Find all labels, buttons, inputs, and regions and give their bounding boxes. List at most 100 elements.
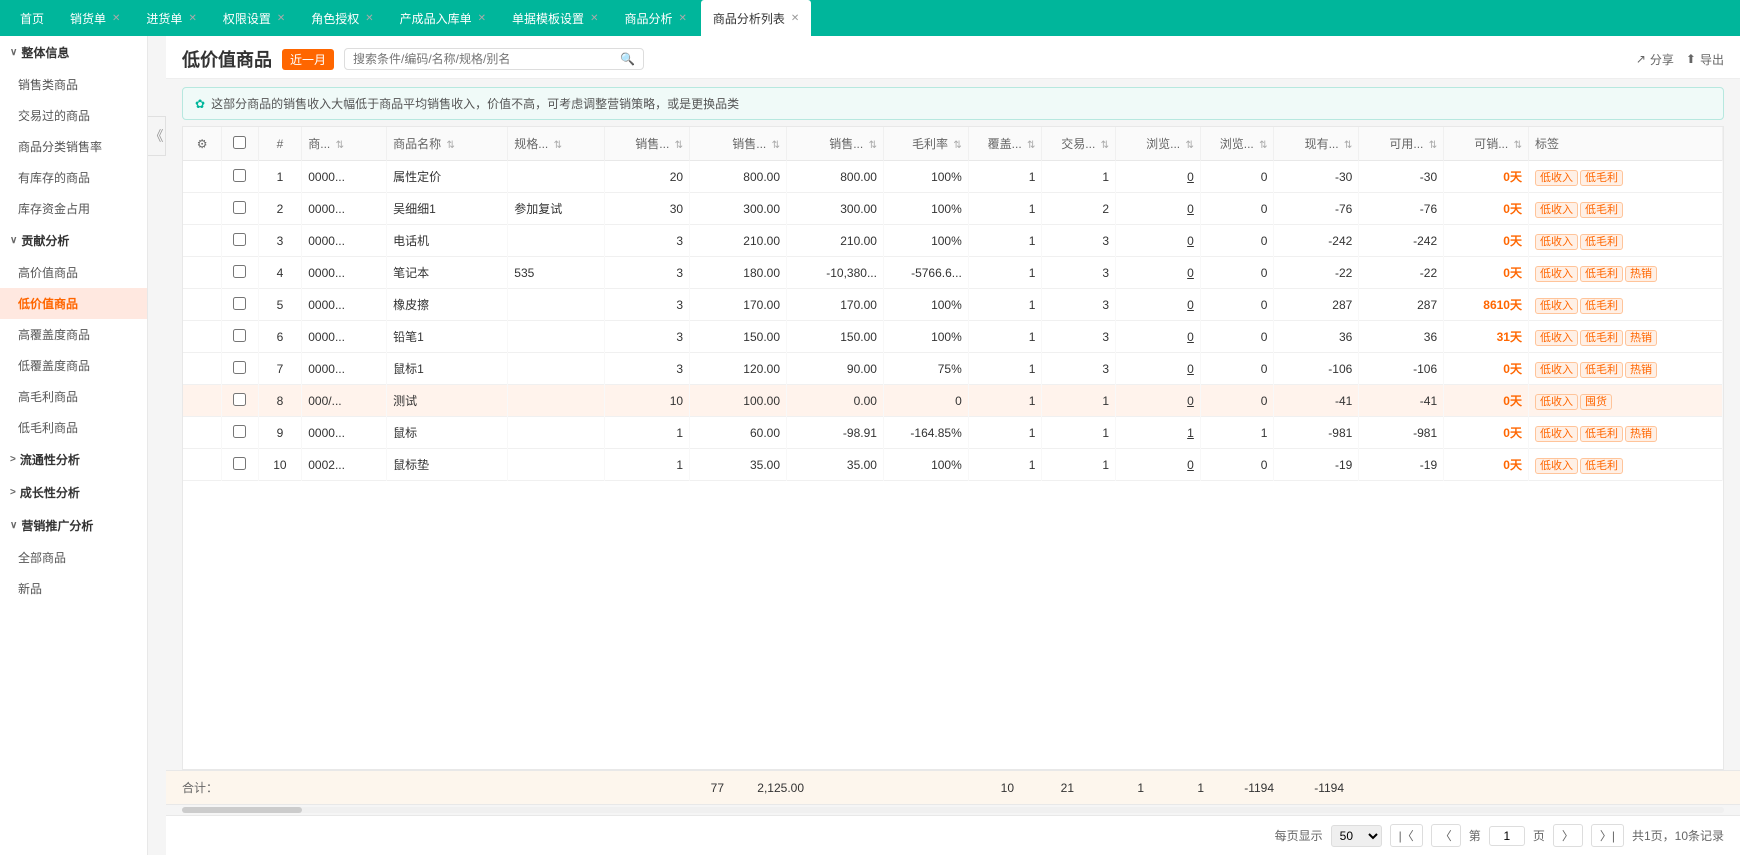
col-code-header[interactable]: 商... ⇅ [302, 127, 387, 161]
browse1-link[interactable]: 1 [1187, 426, 1194, 440]
browse1-link[interactable]: 0 [1187, 298, 1194, 312]
row-check[interactable] [222, 417, 258, 449]
tab-product-analysis[interactable]: 商品分析✕ [612, 0, 698, 36]
page-size-select[interactable]: 50 100 200 [1331, 825, 1382, 847]
row-check[interactable] [222, 385, 258, 417]
sidebar-item-low-value[interactable]: 低价值商品 [0, 288, 147, 319]
sidebar-item-low-profit[interactable]: 低毛利商品 [0, 412, 147, 443]
row-browse1[interactable]: 0 [1116, 353, 1201, 385]
col-sale-price-header[interactable]: 销售... ⇅ [690, 127, 787, 161]
browse1-link[interactable]: 0 [1187, 330, 1194, 344]
row-checkbox[interactable] [233, 265, 246, 278]
tab-template[interactable]: 单据模板设置✕ [500, 0, 610, 36]
search-icon[interactable]: 🔍 [620, 52, 635, 66]
row-checkbox[interactable] [233, 169, 246, 182]
col-gross-header[interactable]: 毛利率 ⇅ [883, 127, 968, 161]
share-button[interactable]: ↗ 分享 [1636, 51, 1674, 68]
close-icon[interactable]: ✕ [277, 13, 285, 24]
row-checkbox[interactable] [233, 201, 246, 214]
col-now-stock-header[interactable]: 现有... ⇅ [1274, 127, 1359, 161]
row-browse1[interactable]: 0 [1116, 321, 1201, 353]
sidebar-section-growth[interactable]: > 成长性分析 [0, 476, 147, 509]
close-icon[interactable]: ✕ [112, 13, 120, 24]
col-browse1-header[interactable]: 浏览... ⇅ [1116, 127, 1201, 161]
row-check[interactable] [222, 193, 258, 225]
sidebar-section-contribution[interactable]: ∨ 贡献分析 [0, 224, 147, 257]
browse1-link[interactable]: 0 [1187, 170, 1194, 184]
tab-product-instock[interactable]: 产成品入库单✕ [388, 0, 498, 36]
sidebar-item-new-products[interactable]: 新品 [0, 573, 147, 604]
row-checkbox[interactable] [233, 297, 246, 310]
tab-purchase[interactable]: 进货单✕ [134, 0, 208, 36]
browse1-link[interactable]: 0 [1187, 394, 1194, 408]
row-checkbox[interactable] [233, 361, 246, 374]
sidebar-section-circulation[interactable]: > 流通性分析 [0, 443, 147, 476]
sidebar-item-high-value[interactable]: 高价值商品 [0, 257, 147, 288]
row-browse1[interactable]: 0 [1116, 225, 1201, 257]
page-number-input[interactable] [1489, 826, 1525, 846]
sidebar-collapse-button[interactable]: 《 [148, 116, 166, 156]
tab-role[interactable]: 角色授权✕ [299, 0, 385, 36]
row-browse1[interactable]: 0 [1116, 257, 1201, 289]
browse1-link[interactable]: 0 [1187, 458, 1194, 472]
sidebar-item-category-rate[interactable]: 商品分类销售率 [0, 131, 147, 162]
first-page-button[interactable]: |〈 [1390, 824, 1423, 847]
tab-product-analysis-list[interactable]: 商品分析列表✕ [701, 0, 811, 36]
close-icon[interactable]: ✕ [365, 13, 373, 24]
sidebar-item-high-coverage[interactable]: 高覆盖度商品 [0, 319, 147, 350]
row-checkbox[interactable] [233, 457, 246, 470]
row-checkbox[interactable] [233, 329, 246, 342]
close-icon[interactable]: ✕ [678, 13, 686, 24]
col-check-header[interactable] [222, 127, 258, 161]
tab-permission[interactable]: 权限设置✕ [211, 0, 297, 36]
sidebar-item-high-profit[interactable]: 高毛利商品 [0, 381, 147, 412]
row-checkbox[interactable] [233, 393, 246, 406]
tab-home[interactable]: 首页 [8, 0, 56, 36]
col-trade-header[interactable]: 交易... ⇅ [1042, 127, 1116, 161]
prev-page-button[interactable]: 〈 [1431, 824, 1461, 847]
row-browse1[interactable]: 0 [1116, 161, 1201, 193]
browse1-link[interactable]: 0 [1187, 202, 1194, 216]
browse1-link[interactable]: 0 [1187, 266, 1194, 280]
close-icon[interactable]: ✕ [478, 13, 486, 24]
close-icon[interactable]: ✕ [590, 13, 598, 24]
sidebar-item-stock-fund[interactable]: 库存资金占用 [0, 193, 147, 224]
col-avail-stock-header[interactable]: 可用... ⇅ [1359, 127, 1444, 161]
row-check[interactable] [222, 321, 258, 353]
close-icon[interactable]: ✕ [188, 13, 196, 24]
export-button[interactable]: ⬆ 导出 [1686, 51, 1724, 68]
sidebar-section-overall[interactable]: ∨ 整体信息 [0, 36, 147, 69]
sidebar-item-stock-products[interactable]: 有库存的商品 [0, 162, 147, 193]
col-sell-days-header[interactable]: 可销... ⇅ [1444, 127, 1529, 161]
sidebar-item-all-products[interactable]: 全部商品 [0, 542, 147, 573]
col-name-header[interactable]: 商品名称 ⇅ [387, 127, 508, 161]
row-check[interactable] [222, 289, 258, 321]
row-check[interactable] [222, 161, 258, 193]
col-browse2-header[interactable]: 浏览... ⇅ [1200, 127, 1274, 161]
close-icon[interactable]: ✕ [791, 13, 799, 24]
row-browse1[interactable]: 1 [1116, 417, 1201, 449]
row-check[interactable] [222, 353, 258, 385]
col-cover-header[interactable]: 覆盖... ⇅ [968, 127, 1042, 161]
browse1-link[interactable]: 0 [1187, 362, 1194, 376]
last-page-button[interactable]: 〉| [1591, 824, 1624, 847]
sidebar-item-traded-products[interactable]: 交易过的商品 [0, 100, 147, 131]
row-check[interactable] [222, 257, 258, 289]
sidebar-item-low-coverage[interactable]: 低覆盖度商品 [0, 350, 147, 381]
col-sale-qty-header[interactable]: 销售... ⇅ [605, 127, 690, 161]
sidebar-item-sales-products[interactable]: 销售类商品 [0, 69, 147, 100]
col-sale-amt-header[interactable]: 销售... ⇅ [787, 127, 884, 161]
col-gear-header[interactable]: ⚙ [183, 127, 222, 161]
row-browse1[interactable]: 0 [1116, 289, 1201, 321]
next-page-button[interactable]: 〉 [1553, 824, 1583, 847]
row-check[interactable] [222, 449, 258, 481]
row-checkbox[interactable] [233, 425, 246, 438]
sidebar-section-marketing[interactable]: ∨ 营销推广分析 [0, 509, 147, 542]
row-browse1[interactable]: 0 [1116, 449, 1201, 481]
row-browse1[interactable]: 0 [1116, 385, 1201, 417]
row-browse1[interactable]: 0 [1116, 193, 1201, 225]
tab-sales[interactable]: 销货单✕ [58, 0, 132, 36]
browse1-link[interactable]: 0 [1187, 234, 1194, 248]
select-all-checkbox[interactable] [233, 136, 246, 149]
date-tag-button[interactable]: 近一月 [282, 49, 334, 70]
